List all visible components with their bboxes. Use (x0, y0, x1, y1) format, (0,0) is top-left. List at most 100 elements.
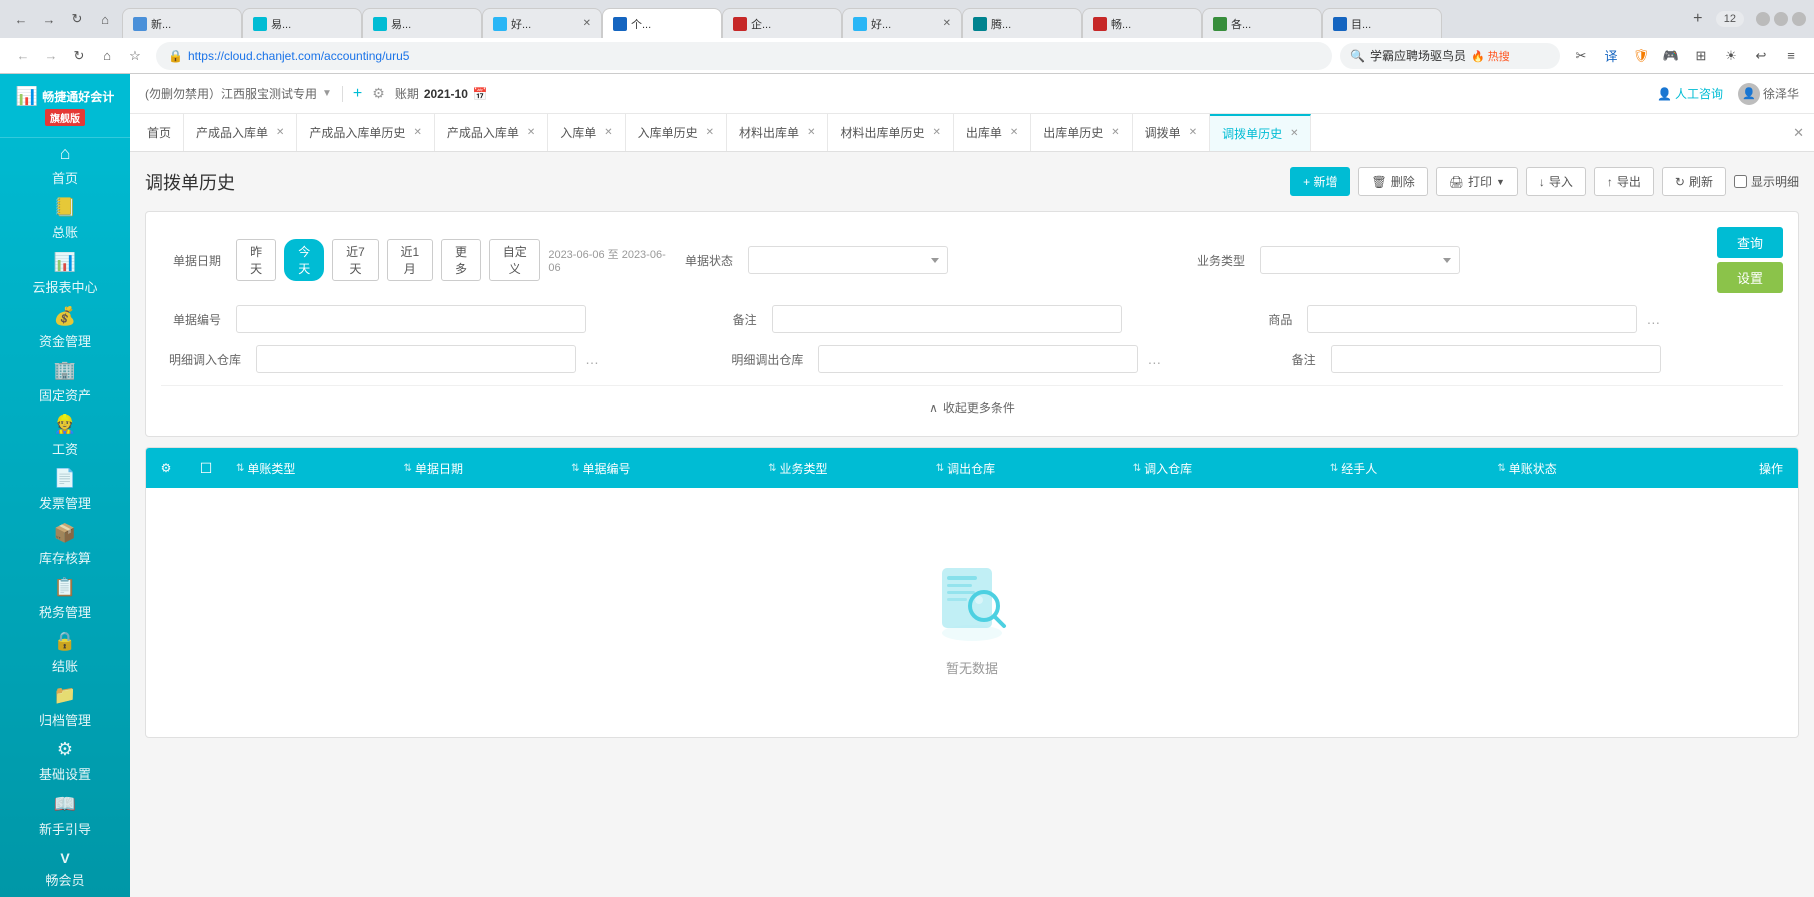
sidebar-item-tax[interactable]: 📋 税务管理 (0, 572, 130, 626)
detail-in-more-icon[interactable]: … (580, 351, 604, 367)
detail-out-input[interactable] (818, 345, 1138, 373)
new-tab-button[interactable]: + (1684, 5, 1712, 33)
tab-transfer-history[interactable]: 调拨单历史 ✕ (1210, 114, 1311, 152)
undo-icon[interactable]: ↩ (1748, 43, 1774, 69)
nav-star[interactable]: ☆ (122, 43, 148, 69)
th-handler[interactable]: ⇅ 经手人 (1320, 460, 1488, 477)
scissors-icon[interactable]: ✂ (1568, 43, 1594, 69)
status-select[interactable] (748, 246, 948, 274)
brightness-icon[interactable]: ☀ (1718, 43, 1744, 69)
sidebar-item-ledger[interactable]: 📒 总账 (0, 192, 130, 246)
th-select-all[interactable]: ☐ (186, 460, 226, 477)
app-logo[interactable]: 📊 畅捷通好会计 旗舰版 (0, 74, 130, 138)
add-company-button[interactable]: + (353, 85, 362, 103)
period-selector[interactable]: 账期 2021-10 📅 (395, 85, 488, 102)
minimize-button[interactable] (1756, 12, 1770, 26)
date-1month[interactable]: 近1月 (387, 239, 433, 281)
th-out-warehouse[interactable]: ⇅ 调出仓库 (926, 460, 1123, 477)
th-status[interactable]: ⇅ 单账状态 (1487, 460, 1655, 477)
show-columns-input[interactable] (1734, 175, 1747, 188)
menu-icon[interactable]: ≡ (1778, 43, 1804, 69)
browser-tab-8[interactable]: 腾... (962, 8, 1082, 38)
refresh-button[interactable]: ↻ (64, 6, 90, 32)
nav-refresh[interactable]: ↻ (66, 43, 92, 69)
query-button[interactable]: 查询 (1717, 227, 1783, 258)
import-button[interactable]: ↓ 导入 (1526, 167, 1586, 196)
tab-product-in2[interactable]: 产成品入库单 ✕ (435, 114, 548, 152)
tab-close-out-history[interactable]: ✕ (1111, 127, 1119, 138)
browser-tab-6[interactable]: 企... (722, 8, 842, 38)
translate-icon[interactable]: 译 (1598, 43, 1624, 69)
tab-in-order[interactable]: 入库单 ✕ (548, 114, 625, 152)
sidebar-item-report[interactable]: 📊 云报表中心 (0, 246, 130, 300)
browser-tab-5[interactable]: 个... (602, 8, 722, 38)
shield-icon[interactable]: 🛡 (1628, 43, 1654, 69)
date-more[interactable]: 更多 (441, 239, 481, 281)
sidebar-item-guide[interactable]: 📖 新手引导 (0, 789, 130, 843)
tab-close-in-history[interactable]: ✕ (706, 127, 714, 138)
browser-tab-1[interactable]: 新... (122, 8, 242, 38)
company-selector[interactable]: (勿删勿禁用）江西服宝测试专用 ▼ (145, 85, 332, 102)
th-num[interactable]: ⇅ 单据编号 (561, 460, 758, 477)
th-in-warehouse[interactable]: ⇅ 调入仓库 (1123, 460, 1320, 477)
maximize-button[interactable] (1774, 12, 1788, 26)
num-input[interactable] (236, 305, 586, 333)
date-custom[interactable]: 自定义 (489, 239, 540, 281)
tabbar-close-all[interactable]: ✕ (1783, 125, 1814, 141)
delete-button[interactable]: 🗑 删除 (1358, 167, 1427, 196)
sidebar-item-invoice[interactable]: 📄 发票管理 (0, 463, 130, 517)
remark-input[interactable] (772, 305, 1122, 333)
browser-tab-10[interactable]: 各... (1202, 8, 1322, 38)
th-type[interactable]: ⇅ 单账类型 (226, 460, 394, 477)
tab-product-in[interactable]: 产成品入库单 ✕ (184, 114, 297, 152)
tab-close-product-in2[interactable]: ✕ (527, 127, 535, 138)
nav-back[interactable]: ← (10, 43, 36, 69)
sidebar-item-archive[interactable]: 📁 归档管理 (0, 680, 130, 734)
tab-home[interactable]: 首页 (135, 114, 184, 152)
th-date[interactable]: ⇅ 单据日期 (394, 460, 562, 477)
show-columns-checkbox[interactable]: 显示明细 (1734, 173, 1799, 190)
detail-in-input[interactable] (256, 345, 576, 373)
tab-close-transfer-history[interactable]: ✕ (1290, 128, 1298, 139)
user-button[interactable]: 👤 徐泽华 (1738, 83, 1799, 105)
nav-home[interactable]: ⌂ (94, 43, 120, 69)
tab-material-out[interactable]: 材料出库单 ✕ (727, 114, 828, 152)
date-7days[interactable]: 近7天 (332, 239, 378, 281)
nav-forward[interactable]: → (38, 43, 64, 69)
grid-icon[interactable]: ⊞ (1688, 43, 1714, 69)
tab-close-transfer[interactable]: ✕ (1189, 127, 1197, 138)
browser-tab-7[interactable]: 好... ✕ (842, 8, 962, 38)
refresh-button[interactable]: ↻ 刷新 (1662, 167, 1726, 196)
print-button[interactable]: 🖨 打印 ▼ (1436, 167, 1518, 196)
date-today[interactable]: 今天 (284, 239, 324, 281)
sidebar-item-home[interactable]: ⌂ 首页 (0, 138, 130, 192)
date-yesterday[interactable]: 昨天 (236, 239, 276, 281)
sidebar-item-asset[interactable]: 🏢 固定资产 (0, 355, 130, 409)
browser-tab-11[interactable]: 目... (1322, 8, 1442, 38)
search-bar[interactable]: 🔍 学霸应聘场驱鸟员 🔥 热搜 (1340, 43, 1560, 69)
tab-transfer[interactable]: 调拨单 ✕ (1133, 114, 1210, 152)
tab-close-icon[interactable]: ✕ (943, 18, 951, 29)
sidebar-item-inventory[interactable]: 📦 库存核算 (0, 518, 130, 572)
browser-tab-4[interactable]: 好... ✕ (482, 8, 602, 38)
new-button[interactable]: + 新增 (1290, 167, 1350, 196)
sidebar-item-settings[interactable]: ⚙ 基础设置 (0, 734, 130, 788)
goods-more-icon[interactable]: … (1641, 311, 1665, 327)
tab-in-history[interactable]: 入库单历史 ✕ (626, 114, 727, 152)
th-settings[interactable]: ⚙ (146, 461, 186, 475)
help-button[interactable]: 👤 人工咨询 (1657, 85, 1723, 102)
browser-tab-9[interactable]: 畅... (1082, 8, 1202, 38)
sidebar-item-wage[interactable]: 👷 工资 (0, 409, 130, 463)
sidebar-item-close-account[interactable]: 🔒 结账 (0, 626, 130, 680)
game-icon[interactable]: 🎮 (1658, 43, 1684, 69)
home-button[interactable]: ⌂ (92, 6, 118, 32)
back-button[interactable]: ← (8, 6, 34, 32)
browser-tab-3[interactable]: 易... (362, 8, 482, 38)
tab-out-history[interactable]: 出库单历史 ✕ (1031, 114, 1132, 152)
tab-close-icon[interactable]: ✕ (583, 18, 591, 29)
sidebar-item-member[interactable]: V 畅会员 (0, 843, 130, 897)
goods-input[interactable] (1307, 305, 1637, 333)
tab-close-in-order[interactable]: ✕ (604, 127, 612, 138)
close-button[interactable] (1792, 12, 1806, 26)
tab-product-in-history[interactable]: 产成品入库单历史 ✕ (297, 114, 434, 152)
